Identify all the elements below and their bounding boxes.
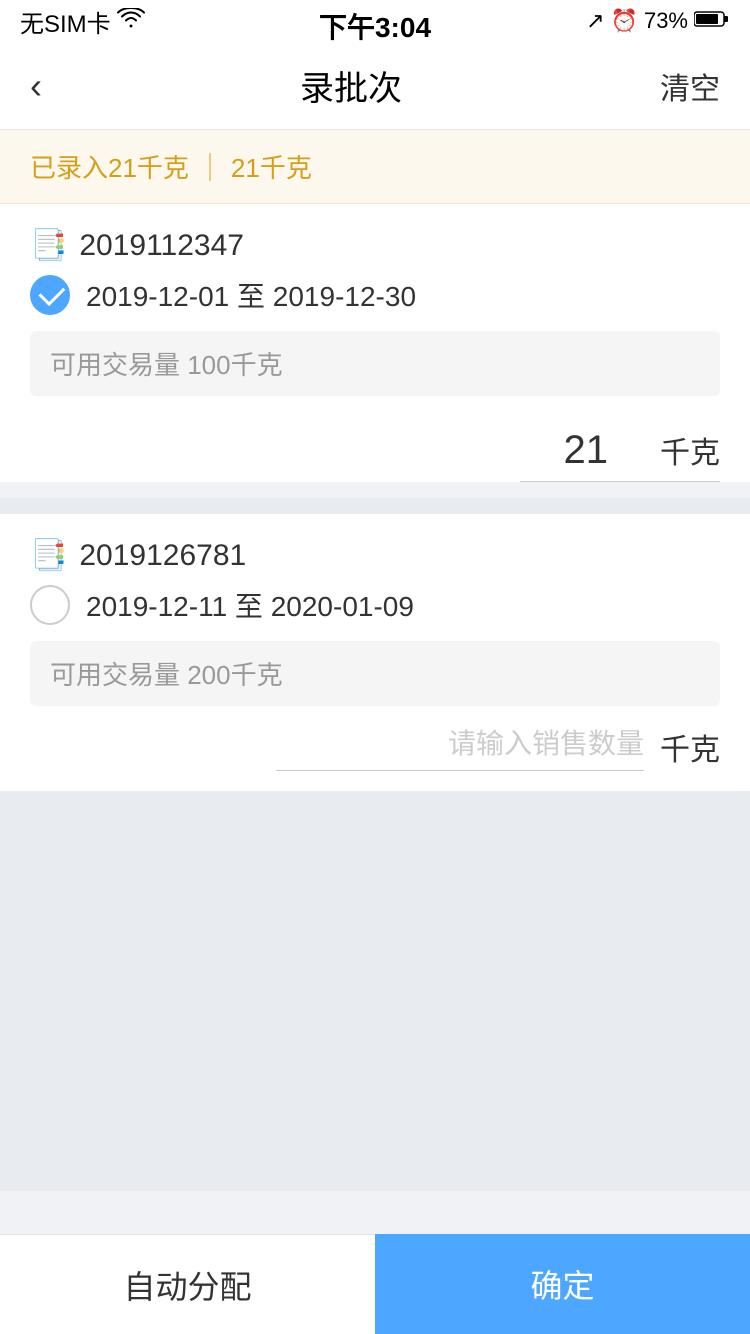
batch-qty-row-0: 21 千克 <box>30 412 720 481</box>
batch-input-underline-1 <box>276 770 644 771</box>
info-entered-label: 已录入21千克 <box>30 148 189 185</box>
batch-doc-icon-1: 📑 <box>30 538 67 573</box>
batch-qty-unit-0: 千克 <box>660 428 720 472</box>
batch-date-1: 2019-12-11 至 2020-01-09 <box>86 585 414 625</box>
card-separator <box>0 498 750 514</box>
bottom-bar: 自动分配 确定 <box>0 1234 750 1334</box>
batch-radio-0[interactable] <box>30 275 70 315</box>
info-divider <box>209 153 211 181</box>
page-title: 录批次 <box>300 61 402 110</box>
clear-button[interactable]: 清空 <box>660 64 720 108</box>
nav-bar: ‹ 录批次 清空 <box>0 42 750 130</box>
status-time: 下午3:04 <box>319 6 431 46</box>
batch-doc-icon-0: 📑 <box>30 228 67 263</box>
status-bar: 无SIM卡 下午3:04 ↗ ⏰ 73% <box>0 0 750 42</box>
battery-text: 73% <box>644 8 688 34</box>
batch-qty-number-0: 21 <box>564 428 609 473</box>
info-entered-value: 21千克 <box>231 148 312 185</box>
batch-input-unit-1: 千克 <box>660 725 720 769</box>
status-left: 无SIM卡 <box>20 4 145 39</box>
batch-input-placeholder-1[interactable]: 请输入销售数量 <box>30 722 644 762</box>
batch-date-row-0: 2019-12-01 至 2019-12-30 <box>30 275 720 315</box>
batch-radio-1[interactable] <box>30 585 70 625</box>
batch-availability-1: 可用交易量 200千克 <box>30 641 720 706</box>
batch-input-row-1: 请输入销售数量 千克 <box>30 722 720 791</box>
batch-header-0: 📑 2019112347 <box>30 228 720 263</box>
batch-date-0: 2019-12-01 至 2019-12-30 <box>86 275 416 315</box>
auto-distribute-button[interactable]: 自动分配 <box>0 1234 375 1334</box>
batch-date-row-1: 2019-12-11 至 2020-01-09 <box>30 585 720 625</box>
batch-input-container-1: 请输入销售数量 <box>30 722 644 771</box>
batch-availability-0: 可用交易量 100千克 <box>30 331 720 396</box>
location-icon: ↗ <box>586 8 604 34</box>
confirm-button[interactable]: 确定 <box>375 1234 750 1334</box>
batch-id-0: 2019112347 <box>79 229 244 263</box>
batch-header-1: 📑 2019126781 <box>30 538 720 573</box>
batch-id-1: 2019126781 <box>79 539 246 573</box>
wifi-icon <box>117 7 145 35</box>
batch-card-0: 📑 2019112347 2019-12-01 至 2019-12-30 可用交… <box>0 204 750 482</box>
batch-card-1: 📑 2019126781 2019-12-11 至 2020-01-09 可用交… <box>0 514 750 791</box>
back-button[interactable]: ‹ <box>30 65 42 107</box>
alarm-icon: ⏰ <box>611 8 638 34</box>
battery-icon <box>694 8 730 34</box>
status-right: ↗ ⏰ 73% <box>586 8 730 34</box>
sim-text: 无SIM卡 <box>20 4 111 39</box>
empty-area <box>0 791 750 1191</box>
info-banner: 已录入21千克 21千克 <box>0 130 750 204</box>
batch-qty-underline-0 <box>520 481 720 482</box>
